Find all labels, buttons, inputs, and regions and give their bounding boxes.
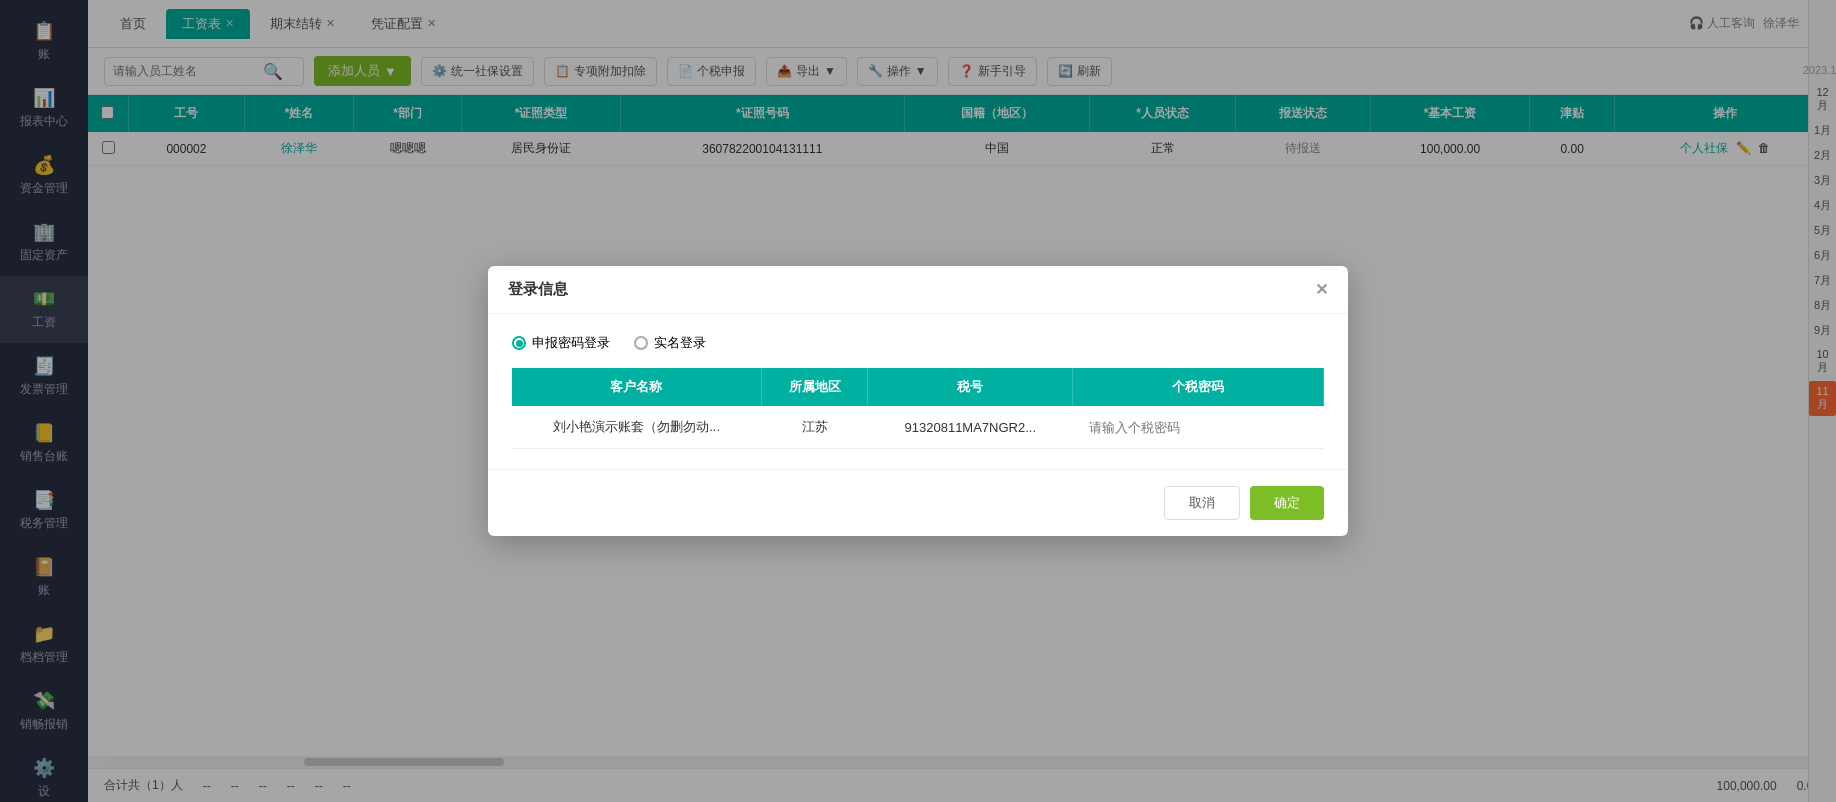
dialog-client-table: 客户名称 所属地区 税号 个税密码 刘小艳演示账套（勿删勿动... 江苏 913… bbox=[512, 368, 1324, 449]
radio-realname-login[interactable]: 实名登录 bbox=[634, 334, 706, 352]
radio-password-circle bbox=[512, 336, 526, 350]
dialog-footer: 取消 确定 bbox=[488, 469, 1348, 536]
dialog-overlay: 登录信息 ✕ 申报密码登录 实名登录 客户名称 所属地区 bbox=[0, 0, 1836, 802]
login-dialog: 登录信息 ✕ 申报密码登录 实名登录 客户名称 所属地区 bbox=[488, 266, 1348, 536]
dialog-cell-taxid: 91320811MA7NGR2... bbox=[868, 406, 1073, 449]
dialog-header: 登录信息 ✕ bbox=[488, 266, 1348, 314]
radio-realname-label: 实名登录 bbox=[654, 334, 706, 352]
dialog-cell-password[interactable] bbox=[1073, 406, 1324, 449]
tax-password-input[interactable] bbox=[1089, 420, 1308, 435]
confirm-button[interactable]: 确定 bbox=[1250, 486, 1324, 520]
login-type-radio-group: 申报密码登录 实名登录 bbox=[512, 334, 1324, 352]
dialog-cell-name: 刘小艳演示账套（勿删勿动... bbox=[512, 406, 761, 449]
dialog-col-region: 所属地区 bbox=[761, 368, 868, 406]
radio-realname-circle bbox=[634, 336, 648, 350]
dialog-body: 申报密码登录 实名登录 客户名称 所属地区 税号 个税密码 bbox=[488, 314, 1348, 469]
dialog-table-row: 刘小艳演示账套（勿删勿动... 江苏 91320811MA7NGR2... bbox=[512, 406, 1324, 449]
dialog-cell-region: 江苏 bbox=[761, 406, 868, 449]
dialog-col-password: 个税密码 bbox=[1073, 368, 1324, 406]
dialog-close-button[interactable]: ✕ bbox=[1315, 280, 1328, 299]
cancel-button[interactable]: 取消 bbox=[1164, 486, 1240, 520]
dialog-title: 登录信息 bbox=[508, 280, 568, 299]
radio-password-label: 申报密码登录 bbox=[532, 334, 610, 352]
radio-password-login[interactable]: 申报密码登录 bbox=[512, 334, 610, 352]
dialog-col-name: 客户名称 bbox=[512, 368, 761, 406]
dialog-col-taxid: 税号 bbox=[868, 368, 1073, 406]
